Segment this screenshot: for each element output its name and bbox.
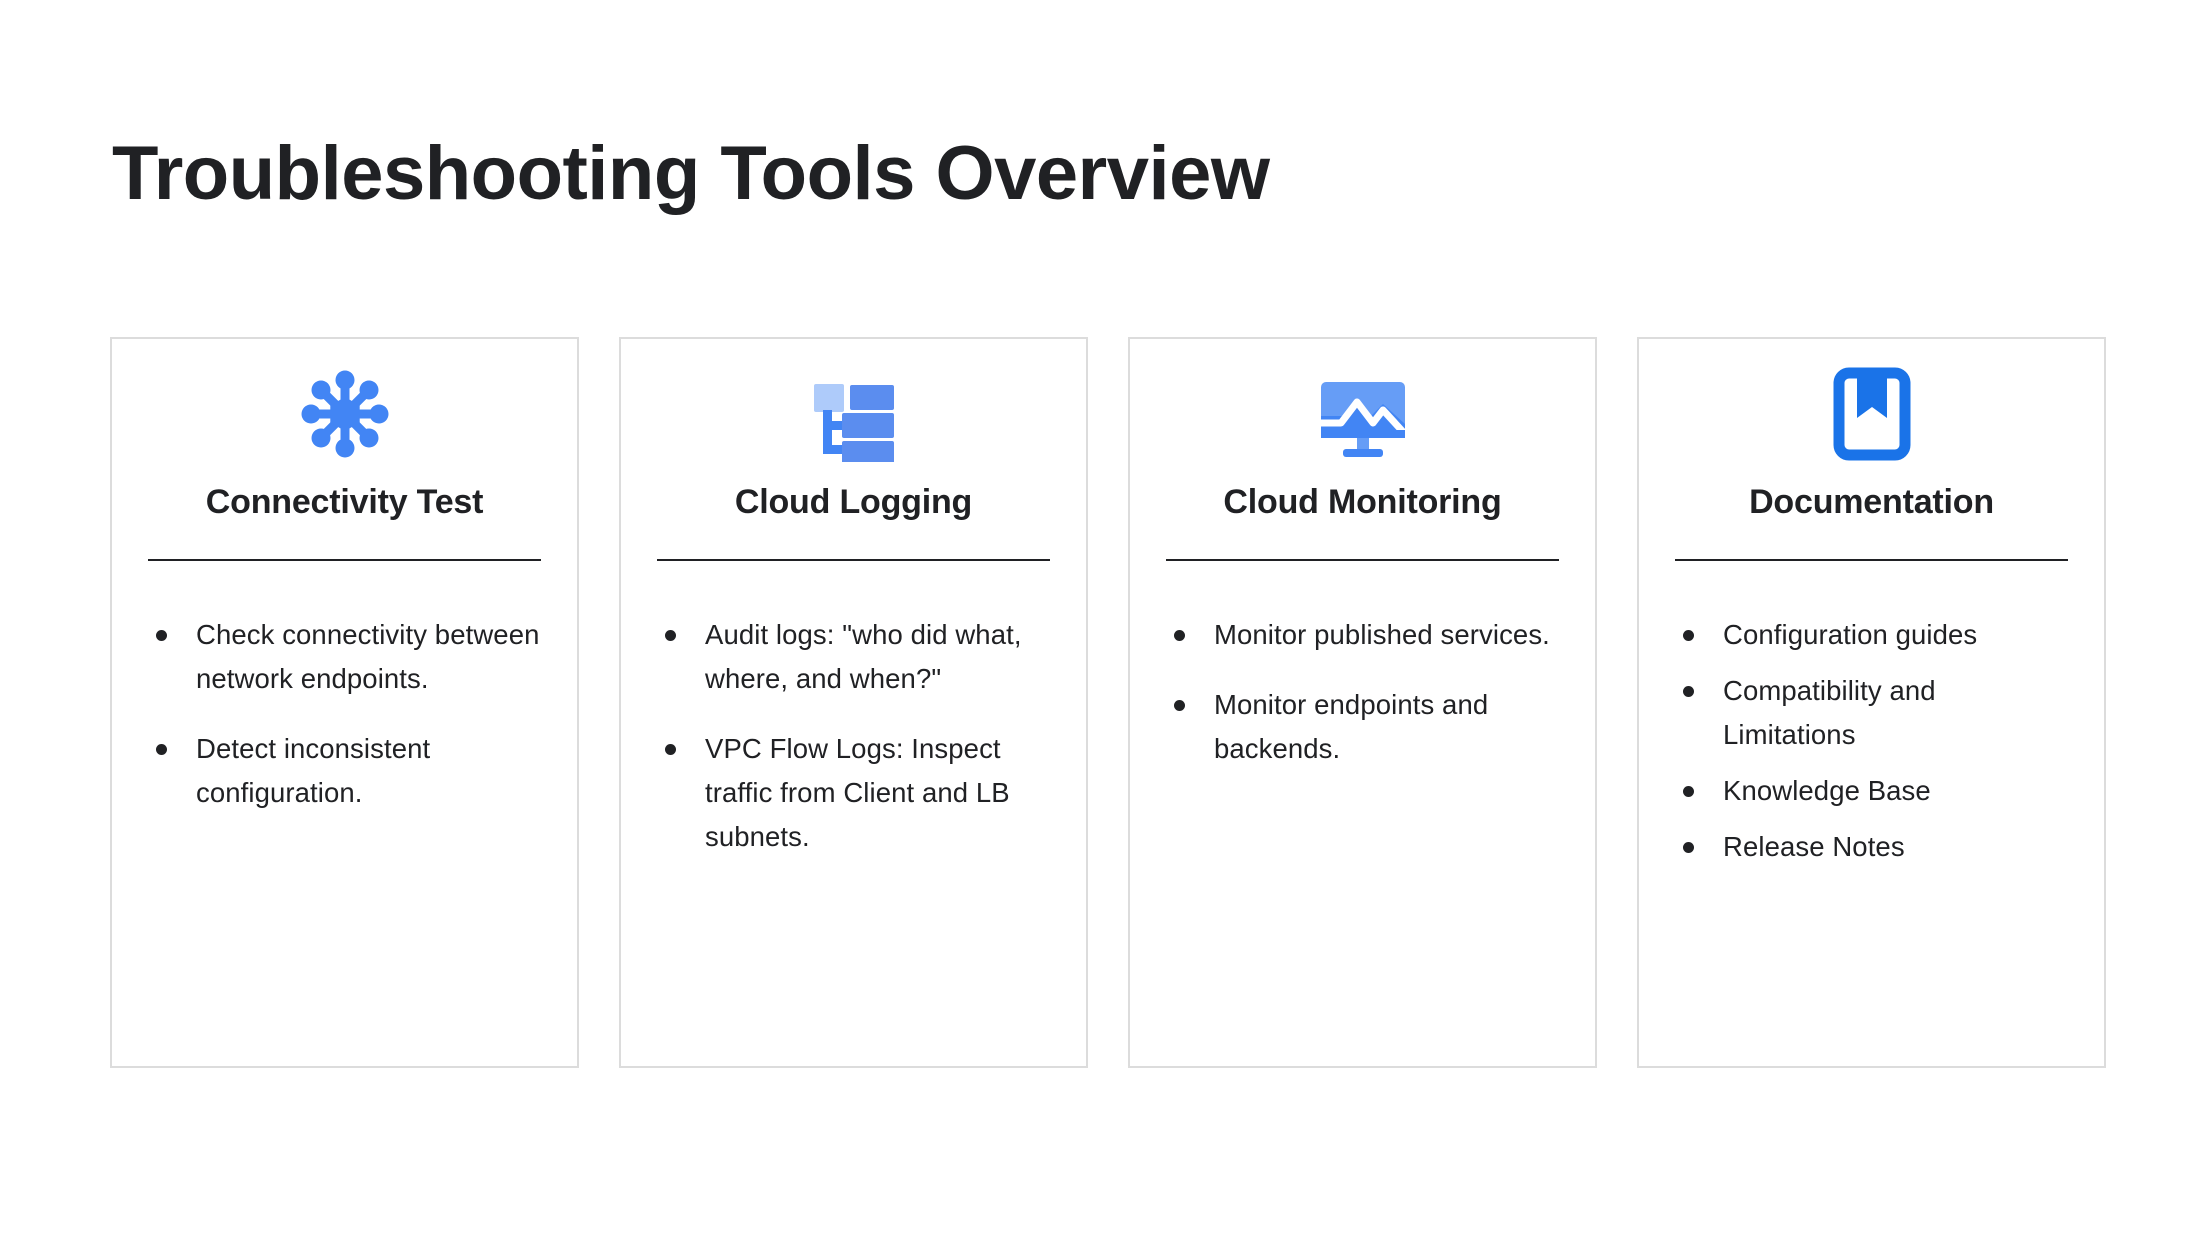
slide-canvas: Troubleshooting Tools Overview Connectiv… <box>0 0 2200 1237</box>
list-item: Knowledge Base <box>1673 769 2070 813</box>
card-bullet-list: Audit logs: "who did what, where, and wh… <box>621 561 1086 859</box>
bullet-dot-icon <box>1174 630 1185 641</box>
list-item: Release Notes <box>1673 825 2070 869</box>
logging-tree-icon <box>621 339 1086 475</box>
monitor-chart-icon <box>1130 339 1595 475</box>
bullet-dot-icon <box>665 744 676 755</box>
card-bullet-list: Monitor published services. Monitor endp… <box>1130 561 1595 771</box>
list-item: Check connectivity between network endpo… <box>146 613 543 701</box>
list-item: Monitor endpoints and backends. <box>1164 683 1561 771</box>
list-item-text: Configuration guides <box>1723 619 1978 650</box>
list-item: Configuration guides <box>1673 613 2070 657</box>
card-cloud-logging[interactable]: Cloud Logging Audit logs: "who did what,… <box>619 337 1088 1068</box>
card-heading: Cloud Logging <box>734 483 973 521</box>
cards-row: Connectivity Test Check connectivity bet… <box>110 337 2106 1068</box>
bullet-dot-icon <box>1683 686 1694 697</box>
list-item: Audit logs: "who did what, where, and wh… <box>655 613 1052 701</box>
bullet-dot-icon <box>665 630 676 641</box>
list-item-text: Audit logs: "who did what, where, and wh… <box>705 619 1022 694</box>
bullet-dot-icon <box>1683 842 1694 853</box>
card-heading: Connectivity Test <box>205 483 484 521</box>
list-item-text: Detect inconsistent configuration. <box>196 733 431 808</box>
list-item-text: Check connectivity between network endpo… <box>196 619 540 694</box>
list-item: Compatibility and Limitations <box>1673 669 2070 757</box>
book-bookmark-icon <box>1639 339 2104 475</box>
card-documentation[interactable]: Documentation Configuration guides Compa… <box>1637 337 2106 1068</box>
bullet-dot-icon <box>1174 700 1185 711</box>
bullet-dot-icon <box>156 744 167 755</box>
card-cloud-monitoring[interactable]: Cloud Monitoring Monitor published servi… <box>1128 337 1597 1068</box>
list-item: Monitor published services. <box>1164 613 1561 657</box>
list-item: Detect inconsistent configuration. <box>146 727 543 815</box>
card-bullet-list: Check connectivity between network endpo… <box>112 561 577 815</box>
list-item-text: Release Notes <box>1723 831 1905 862</box>
bullet-dot-icon <box>1683 786 1694 797</box>
network-hub-icon <box>112 339 577 475</box>
card-heading: Documentation <box>1749 483 1994 521</box>
list-item-text: Knowledge Base <box>1723 775 1931 806</box>
card-connectivity-test[interactable]: Connectivity Test Check connectivity bet… <box>110 337 579 1068</box>
list-item-text: Compatibility and Limitations <box>1723 675 1936 750</box>
list-item: VPC Flow Logs: Inspect traffic from Clie… <box>655 727 1052 859</box>
bullet-dot-icon <box>156 630 167 641</box>
card-heading: Cloud Monitoring <box>1223 483 1502 521</box>
page-title: Troubleshooting Tools Overview <box>112 131 1270 216</box>
bullet-dot-icon <box>1683 630 1694 641</box>
list-item-text: Monitor endpoints and backends. <box>1214 689 1489 764</box>
list-item-text: Monitor published services. <box>1214 619 1550 650</box>
card-bullet-list: Configuration guides Compatibility and L… <box>1639 561 2104 869</box>
list-item-text: VPC Flow Logs: Inspect traffic from Clie… <box>705 733 1010 852</box>
